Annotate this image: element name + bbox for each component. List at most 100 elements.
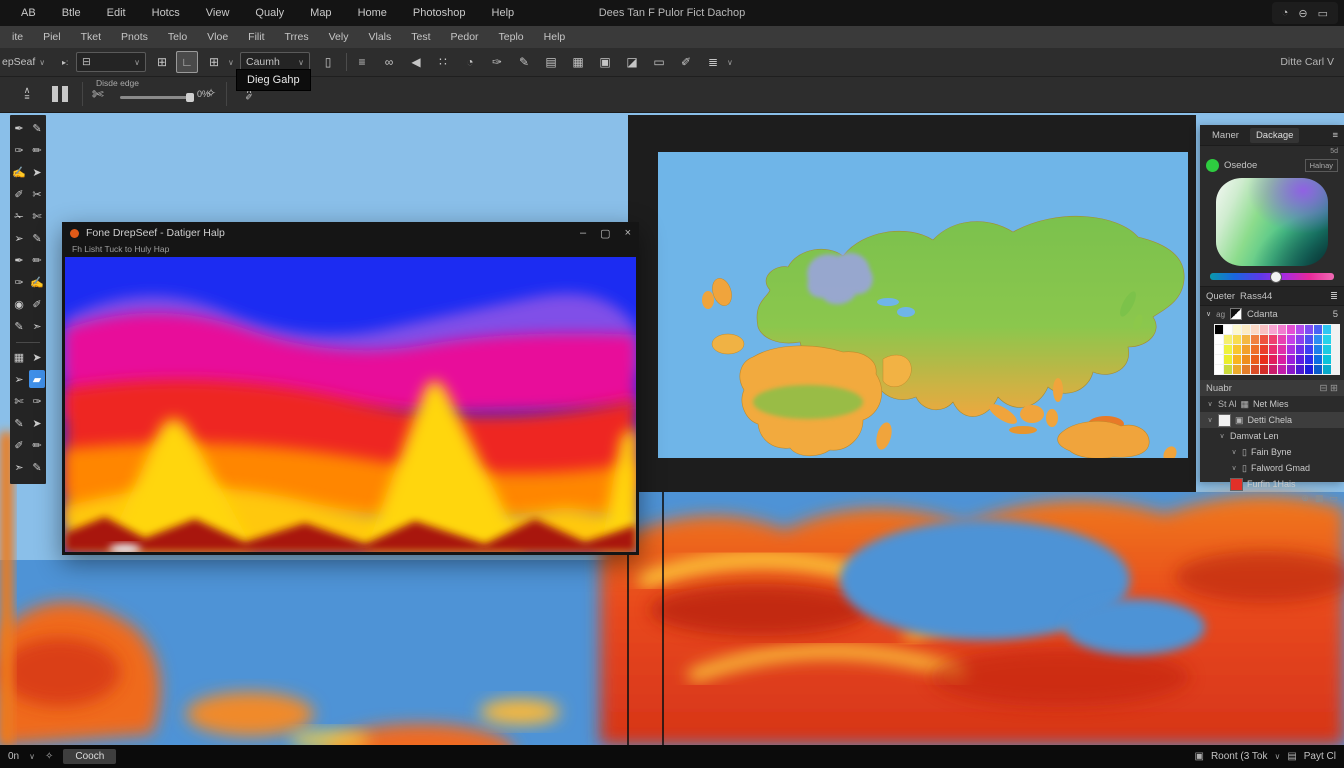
delete-icon[interactable]: ▭ — [1329, 493, 1338, 504]
expand-lines-icon[interactable]: ∧ ≡ — [14, 82, 40, 106]
menu-item-test[interactable]: Test — [401, 31, 440, 43]
align-lines-icon[interactable]: ≡ — [352, 52, 372, 72]
canvas-area[interactable]: ✒ ✎ ✑ ✏ ✍ ➤ ✐ ✂ ✁ ✄ ➢ ✎ ✒ ✏ ✑ ✍ ◉ ✐ ✎ ➣ ▦ ➤ ➢ ▰ ✄ ✑ ✎ ➤ ✐ ✏ ➣ ✎ — [0, 112, 1344, 745]
chevron-icon[interactable]: – — [1218, 481, 1226, 488]
color-swatch[interactable] — [1251, 355, 1259, 364]
color-swatch[interactable] — [1314, 355, 1322, 364]
tool-icon[interactable]: ➣ — [29, 317, 45, 335]
tool-icon[interactable]: ✒ — [11, 119, 27, 137]
foreground-color-swatch[interactable] — [1206, 158, 1219, 172]
color-swatch[interactable] — [1287, 335, 1295, 344]
tool-icon[interactable]: ➤ — [29, 414, 45, 432]
layer-label[interactable]: Detti Chela — [1248, 415, 1293, 425]
color-swatch[interactable] — [1278, 335, 1286, 344]
menu-item-btle[interactable]: Btle — [49, 7, 94, 19]
color-swatch[interactable] — [1242, 335, 1250, 344]
color-swatch[interactable] — [1305, 345, 1313, 354]
menu-item-ab[interactable]: AB — [8, 7, 49, 19]
bw-swatch-icon[interactable] — [1230, 308, 1243, 320]
color-swatch[interactable] — [1224, 355, 1232, 364]
color-swatch[interactable] — [1305, 355, 1313, 364]
color-swatch[interactable] — [1278, 345, 1286, 354]
tab-dackage[interactable]: Dackage — [1249, 127, 1300, 143]
menu-item-telo[interactable]: Telo — [158, 31, 197, 43]
tool-icon-selected[interactable]: ▰ — [29, 370, 45, 388]
color-swatch[interactable] — [1242, 345, 1250, 354]
tool-icon[interactable]: ✐ — [29, 295, 45, 313]
tool-icon[interactable]: ✏ — [29, 141, 45, 159]
infinity-icon[interactable]: ∞ — [379, 52, 399, 72]
color-swatch[interactable] — [1296, 365, 1304, 374]
chevron-icon[interactable]: ∨ — [1230, 448, 1238, 456]
color-swatch[interactable] — [1233, 365, 1241, 374]
color-swatch[interactable] — [1269, 345, 1277, 354]
color-swatch[interactable] — [1215, 335, 1223, 344]
layer-label[interactable]: Net Mies — [1253, 399, 1289, 409]
tool-icon[interactable]: ✎ — [11, 414, 27, 432]
color-swatch[interactable] — [1296, 325, 1304, 334]
back-arrow-icon[interactable]: ◀ — [406, 52, 426, 72]
tool-icon[interactable]: ◉ — [11, 295, 27, 313]
color-swatch[interactable] — [1323, 325, 1331, 334]
color-swatch[interactable] — [1278, 355, 1286, 364]
color-swatch[interactable] — [1314, 365, 1322, 374]
menu-item-piel[interactable]: Piel — [33, 31, 71, 43]
zoom-value[interactable]: 0n — [8, 751, 19, 762]
color-swatch[interactable] — [1242, 365, 1250, 374]
color-swatch[interactable] — [1215, 345, 1223, 354]
layer-thumbnail[interactable] — [1218, 413, 1231, 427]
menu-item-home[interactable]: Home — [345, 7, 400, 19]
color-swatch[interactable] — [1323, 365, 1331, 374]
tool-icon[interactable]: ✎ — [11, 317, 27, 335]
panel-toggle-icon[interactable]: ▯ — [318, 52, 338, 72]
color-swatch[interactable] — [1242, 355, 1250, 364]
list-icon[interactable]: ≣ — [703, 52, 723, 72]
card-icon[interactable]: ▭ — [649, 52, 669, 72]
pen-icon[interactable]: ✎ — [514, 52, 534, 72]
battery-icon[interactable]: ▭ — [1318, 7, 1328, 20]
color-swatch[interactable] — [1224, 345, 1232, 354]
brush-icon[interactable]: ✑ — [487, 52, 507, 72]
color-swatch[interactable] — [1260, 325, 1268, 334]
menu-item-view[interactable]: View — [193, 7, 243, 19]
menu-item-teplo[interactable]: Teplo — [489, 31, 534, 43]
map-document-panel[interactable] — [628, 115, 1196, 492]
color-swatch[interactable] — [1224, 335, 1232, 344]
color-swatch[interactable] — [1269, 355, 1277, 364]
layers-options-icon[interactable]: ⊟ ⊞ — [1319, 383, 1338, 394]
panel-menu-icon[interactable]: ≡ — [1332, 130, 1338, 141]
menu-item-photoshop[interactable]: Photoshop — [400, 7, 479, 19]
chevron-icon[interactable]: ∨ — [1230, 464, 1238, 472]
scissors-gauge-icon[interactable]: ✄ — [92, 86, 104, 103]
color-swatch[interactable] — [1224, 325, 1232, 334]
layer-row[interactable]: ∨ ▣ Detti Chela — [1200, 412, 1344, 428]
menu-item-hotcs[interactable]: Hotcs — [139, 7, 193, 19]
layer-label[interactable]: Fain Byne — [1251, 447, 1292, 457]
color-swatch[interactable] — [1269, 365, 1277, 374]
pause-icon[interactable] — [52, 86, 68, 102]
color-swatch[interactable] — [1287, 345, 1295, 354]
color-swatch[interactable] — [1314, 335, 1322, 344]
mode-dropdown[interactable]: ⊟ ∨ — [76, 48, 146, 76]
color-swatch[interactable] — [1296, 335, 1304, 344]
search-button[interactable]: Cooch — [63, 749, 117, 764]
color-swatch[interactable] — [1251, 365, 1259, 374]
color-swatch[interactable] — [1323, 355, 1331, 364]
minimize-button[interactable]: – — [580, 227, 586, 240]
pencil-icon[interactable]: ✐ — [676, 52, 696, 72]
corner-tool-icon[interactable]: ∟ — [176, 51, 198, 73]
layer-row[interactable]: ∨ ▯ Fain Byne — [1200, 444, 1344, 460]
tool-icon[interactable]: ➤ — [29, 163, 45, 181]
swatch-grid[interactable] — [1214, 324, 1340, 375]
menu-item-ite[interactable]: ite — [2, 31, 33, 43]
color-swatch[interactable] — [1233, 345, 1241, 354]
menu-item-qualy[interactable]: Qualy — [242, 7, 297, 19]
tool-icon[interactable]: ✑ — [29, 392, 45, 410]
color-swatch[interactable] — [1260, 345, 1268, 354]
menu-item-filit[interactable]: Filit — [238, 31, 274, 43]
hue-slider-knob[interactable] — [1269, 271, 1282, 283]
tool-icon[interactable]: ✑ — [11, 273, 27, 291]
tab-rass[interactable]: Rass44 — [1240, 291, 1272, 302]
color-swatch[interactable] — [1296, 355, 1304, 364]
tool-icon[interactable]: ✄ — [11, 392, 27, 410]
